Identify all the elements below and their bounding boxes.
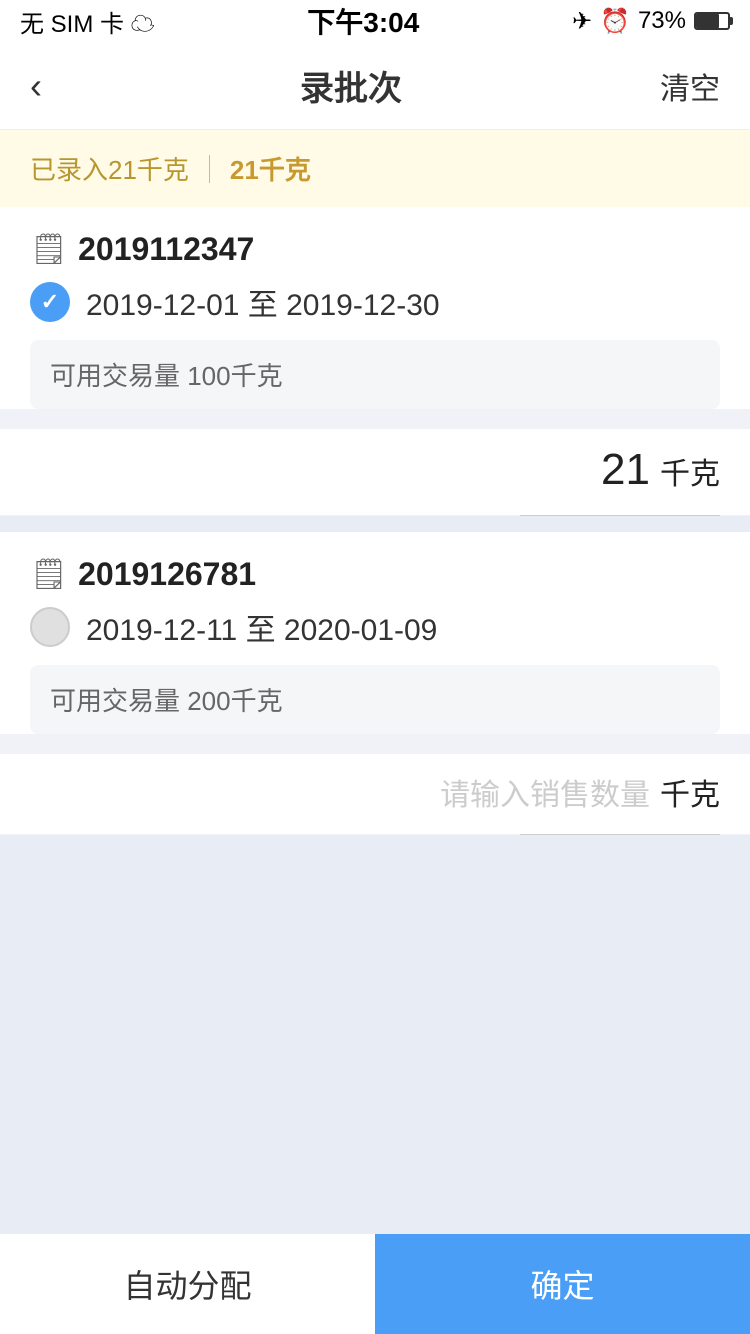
batch-2-dates: 2019-12-11 至 2020-01-09: [86, 605, 437, 649]
location-icon: ✈: [572, 7, 592, 36]
battery-icon: [694, 12, 730, 30]
batch-2-input-unit: 千克: [660, 770, 720, 814]
banner-divider: [209, 155, 210, 183]
batch-1-amount-unit: 千克: [660, 449, 720, 493]
section-divider: [0, 516, 750, 532]
batch-1-header: 🗒 2019112347: [30, 231, 720, 268]
confirm-button[interactable]: 确定: [375, 1234, 750, 1334]
alarm-icon: ⏰: [600, 7, 630, 36]
batch-2-input-placeholder: 请输入销售数量: [440, 770, 650, 814]
status-left: 无 SIM 卡 ☁: [20, 4, 155, 39]
batch-2-header: 🗒 2019126781: [30, 556, 720, 593]
nav-bar: ‹ 录批次 清空: [0, 42, 750, 130]
check-icon: ✓: [41, 289, 59, 315]
batch-1-amount-value[interactable]: 21: [601, 445, 650, 495]
battery-percent: 73%: [638, 7, 686, 35]
batch-1-radio[interactable]: ✓: [30, 282, 70, 322]
back-button[interactable]: ‹: [30, 65, 42, 107]
sim-label: 无 SIM 卡 ☁: [20, 4, 155, 39]
batch-1-amount-row: 21 千克: [0, 429, 750, 515]
batch-2-input-row: 请输入销售数量 千克: [0, 754, 750, 834]
batch-2-avail: 可用交易量 200千克: [30, 665, 720, 734]
recorded-label: 已录入21千克: [30, 150, 189, 187]
batch-1-id: 2019112347: [78, 231, 254, 268]
status-right: ✈ ⏰ 73%: [572, 7, 730, 36]
page-title: 录批次: [300, 61, 402, 110]
batch-1-date-row[interactable]: ✓ 2019-12-01 至 2019-12-30: [30, 280, 720, 324]
batch-2-icon: 🗒: [30, 557, 68, 592]
info-banner: 已录入21千克 21千克: [0, 130, 750, 207]
batch-2-date-row[interactable]: 2019-12-11 至 2020-01-09: [30, 605, 720, 649]
batch-1-avail: 可用交易量 100千克: [30, 340, 720, 409]
batch-2-id: 2019126781: [78, 556, 256, 593]
batch-2-radio[interactable]: [30, 607, 70, 647]
clear-button[interactable]: 清空: [660, 64, 720, 108]
batch-1-icon: 🗒: [30, 232, 68, 267]
recorded-amount: 21千克: [230, 150, 311, 187]
batch-1-dates: 2019-12-01 至 2019-12-30: [86, 280, 440, 324]
bottom-bar: 自动分配 确定: [0, 1234, 750, 1334]
auto-distribute-button[interactable]: 自动分配: [0, 1234, 375, 1334]
batch-1-card: 🗒 2019112347 ✓ 2019-12-01 至 2019-12-30 可…: [0, 207, 750, 409]
gray-area: [0, 835, 750, 1235]
status-bar: 无 SIM 卡 ☁ 下午3:04 ✈ ⏰ 73%: [0, 0, 750, 42]
status-time: 下午3:04: [307, 1, 419, 41]
batch-2-card: 🗒 2019126781 2019-12-11 至 2020-01-09 可用交…: [0, 532, 750, 734]
